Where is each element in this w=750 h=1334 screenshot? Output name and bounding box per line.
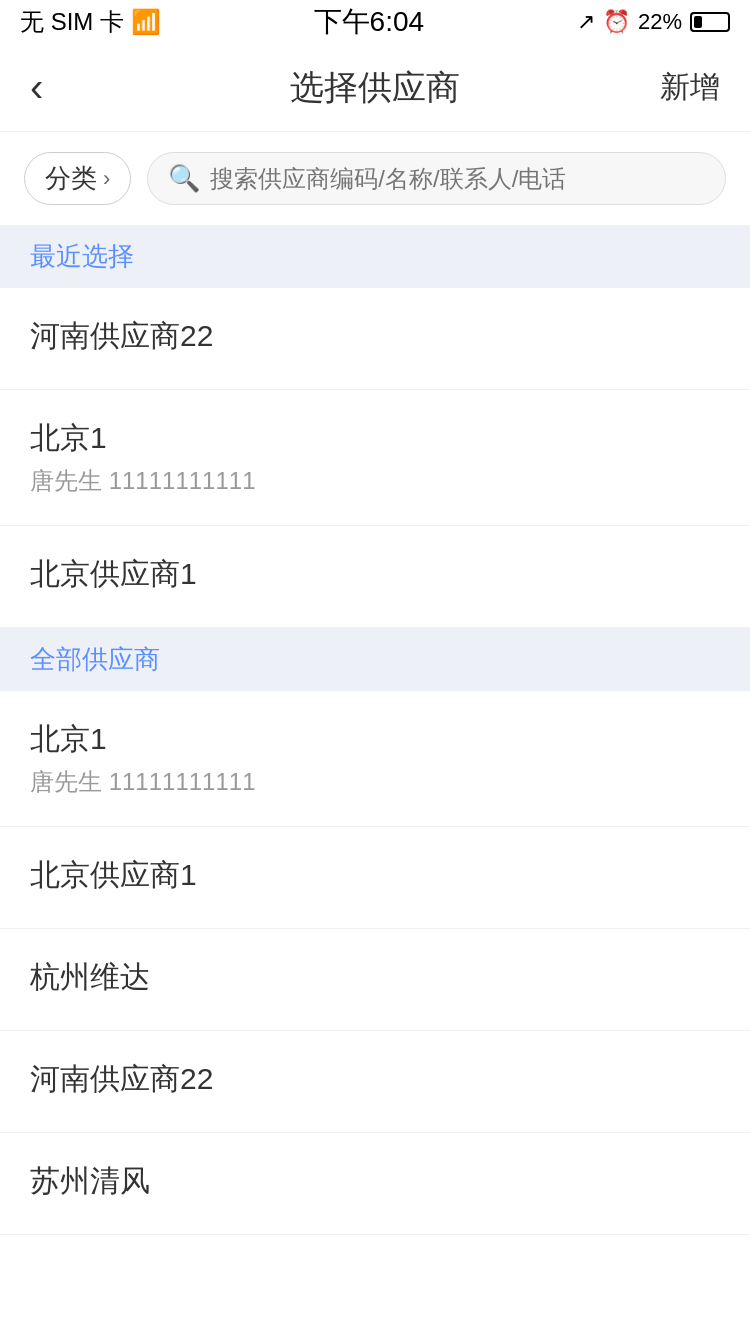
search-box[interactable]: 🔍	[147, 152, 726, 205]
all-section-header: 全部供应商	[0, 628, 750, 691]
category-label: 分类	[45, 161, 97, 196]
battery-percent: 22%	[638, 9, 682, 35]
page-title: 选择供应商	[290, 65, 460, 111]
search-icon: 🔍	[168, 163, 200, 194]
item-name: 北京1	[30, 719, 720, 760]
nav-bar: ‹ 选择供应商 新增	[0, 44, 750, 132]
back-button[interactable]: ‹	[30, 65, 90, 110]
item-name: 杭州维达	[30, 957, 720, 998]
item-name: 苏州清风	[30, 1161, 720, 1202]
add-button[interactable]: 新增	[660, 67, 720, 108]
item-sub: 唐先生 11111111111	[30, 465, 720, 497]
all-section-label: 全部供应商	[30, 644, 160, 674]
all-list: 北京1 唐先生 11111111111 北京供应商1 杭州维达河南供应商22 苏州清风	[0, 691, 750, 1235]
battery-icon	[690, 12, 730, 32]
list-item[interactable]: 杭州维达	[0, 929, 750, 1031]
item-name: 北京供应商1	[30, 554, 720, 595]
category-button[interactable]: 分类 ›	[24, 152, 131, 205]
status-bar: 无 SIM 卡 📶 下午6:04 ↗ ⏰ 22%	[0, 0, 750, 44]
status-time: 下午6:04	[314, 3, 425, 41]
location-icon: ↗	[577, 9, 595, 35]
recent-list: 河南供应商22 北京1 唐先生 11111111111 北京供应商1	[0, 288, 750, 628]
chevron-right-icon: ›	[103, 166, 110, 192]
status-right: ↗ ⏰ 22%	[577, 9, 730, 35]
filter-bar: 分类 › 🔍	[0, 132, 750, 225]
list-item[interactable]: 北京1 唐先生 11111111111	[0, 691, 750, 827]
status-carrier: 无 SIM 卡 📶	[20, 6, 161, 38]
recent-section-label: 最近选择	[30, 241, 134, 271]
alarm-icon: ⏰	[603, 9, 630, 35]
item-sub: 唐先生 11111111111	[30, 766, 720, 798]
list-item[interactable]: 北京1 唐先生 11111111111	[0, 390, 750, 526]
item-name: 北京1	[30, 418, 720, 459]
list-item[interactable]: 北京供应商1	[0, 827, 750, 929]
item-name: 河南供应商22	[30, 1059, 720, 1100]
recent-section-header: 最近选择	[0, 225, 750, 288]
list-item[interactable]: 河南供应商22	[0, 1031, 750, 1133]
list-item[interactable]: 北京供应商1	[0, 526, 750, 628]
item-name: 北京供应商1	[30, 855, 720, 896]
list-item[interactable]: 河南供应商22	[0, 288, 750, 390]
search-input[interactable]	[210, 165, 705, 193]
item-name: 河南供应商22	[30, 316, 720, 357]
list-item[interactable]: 苏州清风	[0, 1133, 750, 1235]
